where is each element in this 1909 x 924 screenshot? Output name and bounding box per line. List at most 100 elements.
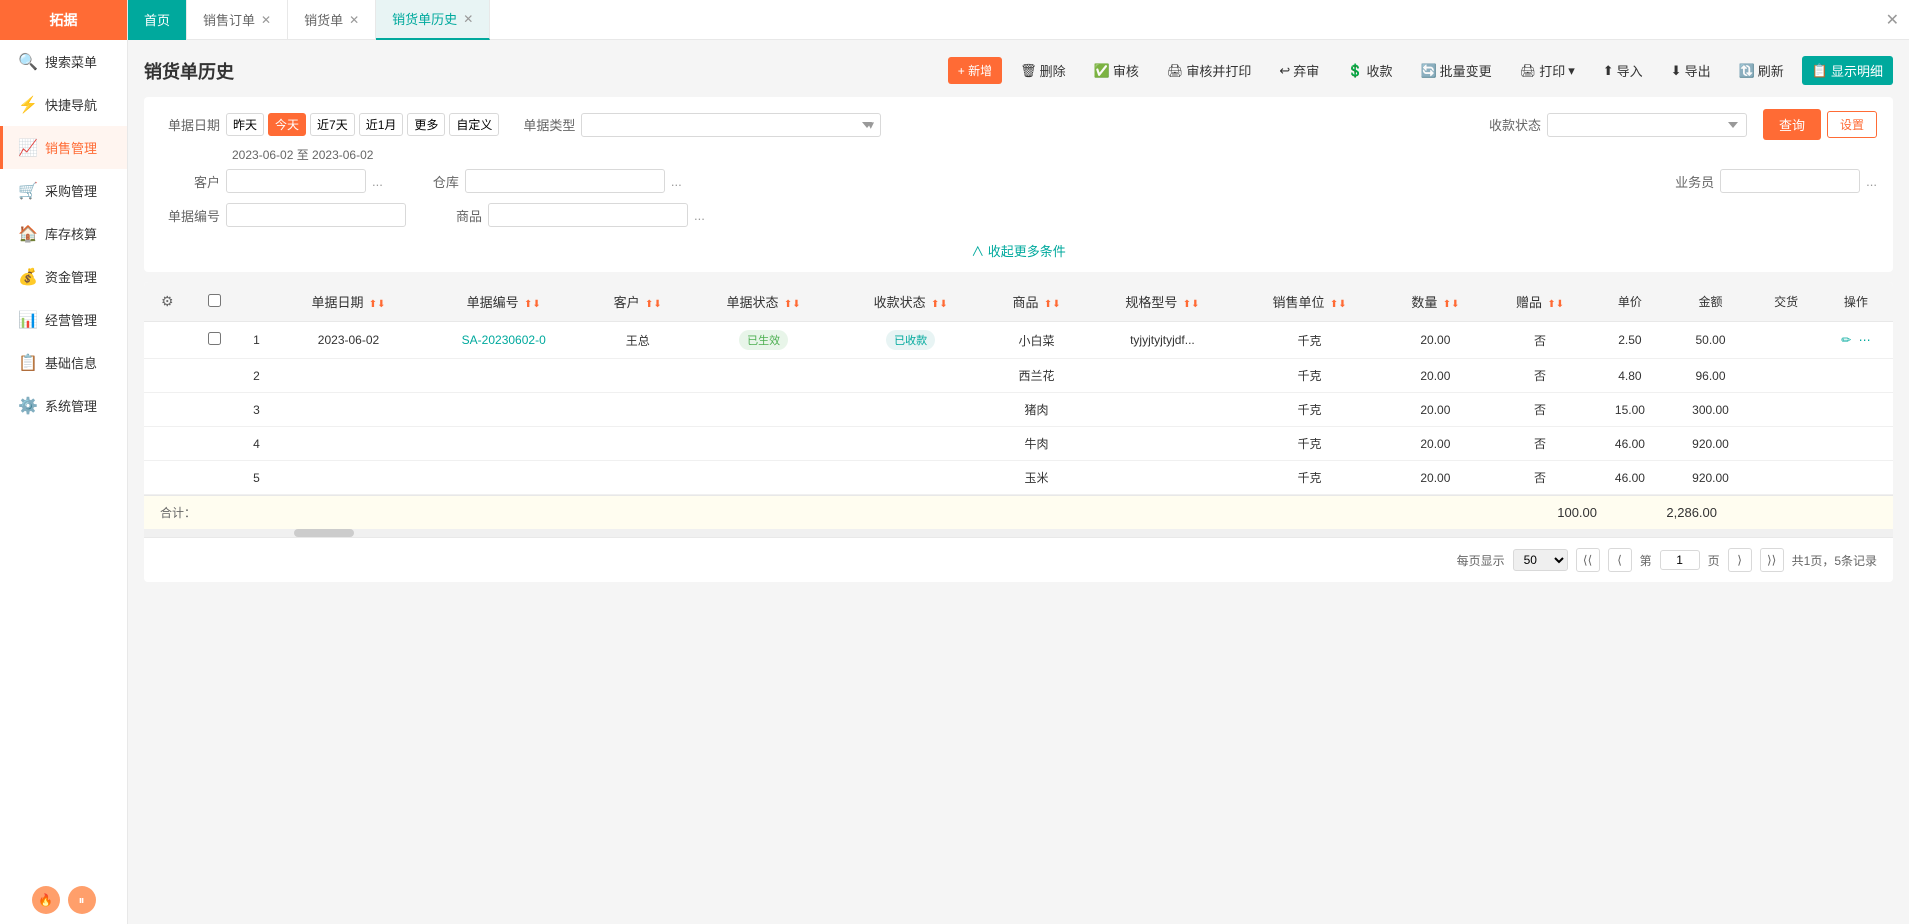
tab-sales-order-close[interactable]: ✕: [261, 13, 271, 27]
quick-nav-icon: ⚡: [19, 96, 37, 114]
next-page-btn[interactable]: ⟩: [1728, 548, 1752, 572]
product-sort-icon: ⬆⬇: [1044, 299, 1061, 310]
query-button[interactable]: 查询: [1763, 109, 1821, 140]
pay-status-badge: 已收款: [886, 330, 935, 350]
select-all-checkbox[interactable]: [208, 294, 221, 307]
tab-sales-invoice[interactable]: 销货单 ✕: [288, 0, 376, 40]
scroll-thumb[interactable]: [294, 529, 354, 537]
sidebar-item-operations-mgmt[interactable]: 📊 经营管理: [0, 298, 127, 341]
filter-item-doc-number: 单据编号: [160, 203, 406, 227]
col-unit[interactable]: 销售单位 ⬆⬇: [1236, 282, 1383, 322]
salesperson-more-icon[interactable]: ...: [1866, 174, 1877, 189]
column-settings-icon[interactable]: ⚙: [161, 293, 174, 309]
sidebar-item-quick-nav[interactable]: ⚡ 快捷导航: [0, 83, 127, 126]
discard-button[interactable]: ↩ 弃审: [1269, 56, 1329, 85]
filter-item-warehouse: 仓库 ...: [399, 169, 1638, 193]
col-quantity[interactable]: 数量 ⬆⬇: [1383, 282, 1488, 322]
customer-more-icon[interactable]: ...: [372, 174, 383, 189]
sidebar-item-label: 资金管理: [45, 267, 97, 286]
sidebar-item-basic-info[interactable]: 📋 基础信息: [0, 341, 127, 384]
sidebar-item-sales-mgmt[interactable]: 📈 销售管理: [0, 126, 127, 169]
col-product[interactable]: 商品 ⬆⬇: [984, 282, 1089, 322]
row-delivery: [1754, 322, 1819, 359]
doc-number-link[interactable]: SA-20230602-0: [462, 333, 546, 347]
filter-collapse-btn[interactable]: ∧ 收起更多条件: [160, 237, 1877, 260]
import-button[interactable]: ⬆ 导入: [1593, 56, 1653, 85]
col-number[interactable]: 单据编号 ⬆⬇: [422, 282, 585, 322]
tab-home[interactable]: 首页: [128, 0, 187, 40]
date-btn-more[interactable]: 更多: [407, 113, 445, 136]
first-page-btn[interactable]: ⟨⟨: [1576, 548, 1600, 572]
page-label: 第: [1640, 552, 1652, 569]
review-button[interactable]: ✅ 审核: [1084, 56, 1149, 85]
sidebar-item-system-mgmt[interactable]: ⚙️ 系统管理: [0, 384, 127, 427]
per-page-select[interactable]: 50 100 200: [1513, 549, 1568, 571]
warehouse-more-icon[interactable]: ...: [671, 174, 682, 189]
product-input[interactable]: [488, 203, 688, 227]
date-btn-today[interactable]: 今天: [268, 113, 306, 136]
page-number-input[interactable]: [1660, 550, 1700, 570]
print-button[interactable]: 🖨 打印 ▾: [1510, 56, 1585, 85]
show-details-button[interactable]: 📋 显示明细: [1802, 56, 1893, 85]
col-amount: 金额: [1668, 282, 1754, 322]
row-unit: 千克: [1236, 322, 1383, 359]
date-btn-1month[interactable]: 近1月: [359, 113, 404, 136]
row-select-checkbox[interactable]: [208, 332, 221, 345]
date-btn-yesterday[interactable]: 昨天: [226, 113, 264, 136]
pay-status-select[interactable]: [1547, 113, 1747, 137]
sidebar-item-inventory[interactable]: 🏠 库存核算: [0, 212, 127, 255]
set-button[interactable]: 设置: [1827, 111, 1877, 138]
col-customer[interactable]: 客户 ⬆⬇: [585, 282, 690, 322]
row-amount: 920.00: [1668, 461, 1754, 495]
sidebar-bottom-fire-btn[interactable]: 🔥: [32, 886, 60, 914]
edit-action-link[interactable]: ✏: [1841, 333, 1851, 347]
review-print-button[interactable]: 🖨 审核并打印: [1157, 56, 1262, 85]
col-gear[interactable]: ⚙: [144, 282, 191, 322]
export-button[interactable]: ⬇ 导出: [1661, 56, 1721, 85]
doc-number-input[interactable]: [226, 203, 406, 227]
doc-type-select[interactable]: [581, 113, 881, 137]
row-amount: 50.00: [1668, 322, 1754, 359]
col-spec[interactable]: 规格型号 ⬆⬇: [1089, 282, 1236, 322]
last-page-btn[interactable]: ⟩⟩: [1760, 548, 1784, 572]
sidebar-item-purchase-mgmt[interactable]: 🛒 采购管理: [0, 169, 127, 212]
sidebar-bottom-pause-btn[interactable]: ⏸: [68, 886, 96, 914]
warehouse-input[interactable]: [465, 169, 665, 193]
row-unit-price: 15.00: [1592, 393, 1667, 427]
horizontal-scrollbar[interactable]: [144, 529, 1893, 537]
collect-button[interactable]: 💲 收款: [1337, 56, 1402, 85]
sidebar-item-search-menu[interactable]: 🔍 搜索菜单: [0, 40, 127, 83]
table-footer: 合计： 100.00 2,286.00: [144, 495, 1893, 529]
batch-change-button[interactable]: 🔄 批量变更: [1410, 56, 1501, 85]
col-doc-status[interactable]: 单据状态 ⬆⬇: [690, 282, 837, 322]
tab-sales-history[interactable]: 销货单历史 ✕: [376, 0, 490, 40]
delete-button[interactable]: 🗑 删除: [1010, 56, 1076, 85]
tab-sales-invoice-close[interactable]: ✕: [349, 13, 359, 27]
refresh-button[interactable]: 🔃 刷新: [1729, 56, 1794, 85]
date-btn-7days[interactable]: 近7天: [310, 113, 355, 136]
more-action-link[interactable]: ⋯: [1859, 333, 1871, 347]
col-date[interactable]: 单据日期 ⬆⬇: [275, 282, 422, 322]
prev-page-btn[interactable]: ⟨: [1608, 548, 1632, 572]
new-button[interactable]: + 新增: [948, 57, 1002, 84]
filter-row-3: 单据编号 商品 ...: [160, 203, 1877, 227]
row-date: 2023-06-02: [275, 322, 422, 359]
product-more-icon[interactable]: ...: [694, 208, 705, 223]
row-date: [275, 393, 422, 427]
row-seq: 4: [238, 427, 275, 461]
row-action: [1819, 461, 1893, 495]
date-btn-custom[interactable]: 自定义: [449, 113, 499, 136]
customer-input[interactable]: [226, 169, 366, 193]
sidebar-item-finance-mgmt[interactable]: 💰 资金管理: [0, 255, 127, 298]
qty-sort-icon: ⬆⬇: [1443, 299, 1460, 310]
row-seq: 5: [238, 461, 275, 495]
tab-sales-history-close[interactable]: ✕: [463, 12, 473, 26]
col-pay-status[interactable]: 收款状态 ⬆⬇: [837, 282, 984, 322]
row-checkbox: [191, 427, 238, 461]
col-gift[interactable]: 赠品 ⬆⬇: [1488, 282, 1593, 322]
date-label: 单据日期: [160, 115, 220, 134]
salesperson-input[interactable]: [1720, 169, 1860, 193]
window-close-icon[interactable]: ✕: [1886, 12, 1899, 29]
table-body: 1 2023-06-02 SA-20230602-0 王总 已生效 已收款 小白…: [144, 322, 1893, 495]
tab-sales-order[interactable]: 销售订单 ✕: [187, 0, 288, 40]
